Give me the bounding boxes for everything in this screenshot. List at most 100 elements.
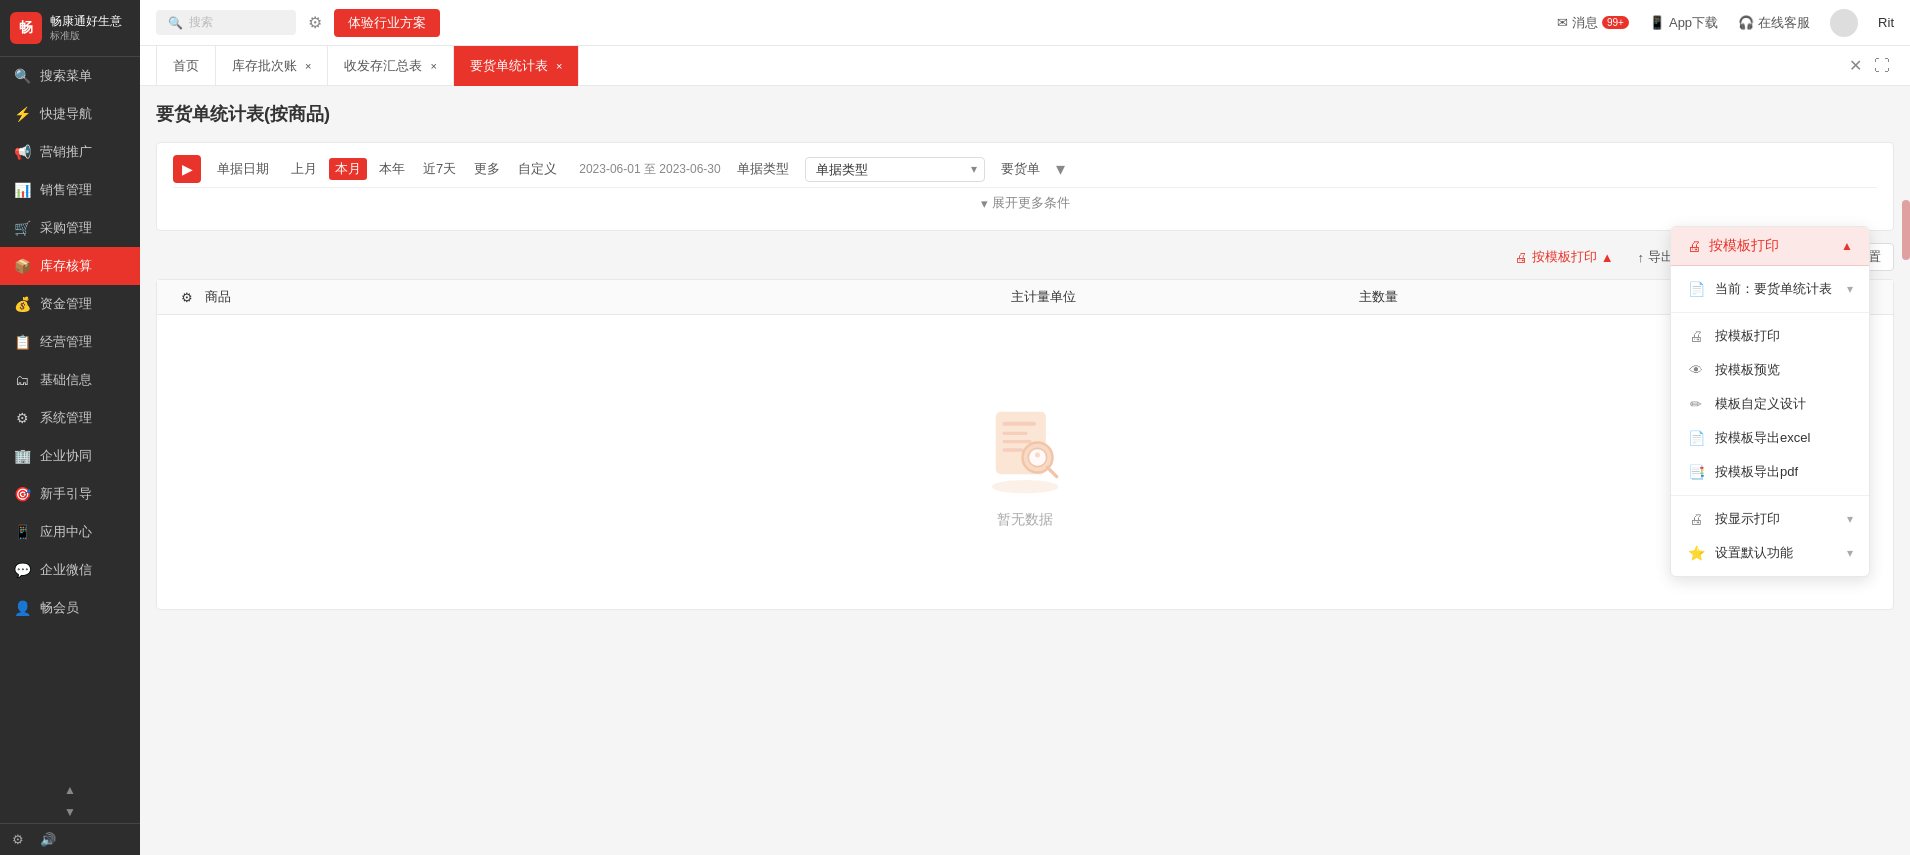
lightning-icon: ⚡ xyxy=(12,106,32,122)
sidebar-item-system[interactable]: ⚙ 系统管理 xyxy=(0,399,140,437)
svg-line-8 xyxy=(1048,468,1057,477)
dropdown-current-item[interactable]: 📄 当前：要货单统计表 ▾ xyxy=(1671,272,1869,306)
folder-icon: 🗂 xyxy=(12,372,32,388)
empty-text: 暂无数据 xyxy=(997,511,1053,529)
trial-button[interactable]: 体验行业方案 xyxy=(334,9,440,37)
print-button[interactable]: 🖨 按模板打印 ▲ xyxy=(1507,244,1622,270)
th-quantity: 主数量 xyxy=(1211,288,1546,306)
toolbar: 🖨 按模板打印 ▲ ↑ 导出 ↺ 刷新 ⋯ 查询 设置 xyxy=(156,243,1894,271)
message-button[interactable]: ✉ 消息 99+ xyxy=(1557,14,1629,32)
dropdown-header-left: 🖨 按模板打印 xyxy=(1687,237,1779,255)
dropdown-doc-icon: 📄 xyxy=(1687,281,1705,297)
user-avatar[interactable] xyxy=(1830,9,1858,37)
member-icon: 👤 xyxy=(12,600,32,616)
tab-collect-summary-label: 收发存汇总表 xyxy=(344,57,422,75)
chart-icon: 📊 xyxy=(12,182,32,198)
svg-rect-5 xyxy=(1003,448,1024,451)
filter-current-year[interactable]: 本年 xyxy=(373,158,411,180)
dropdown-display-left: 🖨 按显示打印 xyxy=(1687,510,1780,528)
dropdown-display-print[interactable]: 🖨 按显示打印 ▾ xyxy=(1671,502,1869,536)
filter-order-type-select[interactable]: 单据类型 xyxy=(805,157,985,182)
filter-custom[interactable]: 自定义 xyxy=(512,158,563,180)
tab-collect-summary[interactable]: 收发存汇总表 × xyxy=(328,46,453,86)
sidebar-item-guide[interactable]: 🎯 新手引导 xyxy=(0,475,140,513)
scrollbar-indicator[interactable] xyxy=(1902,200,1910,260)
sidebar-item-finance[interactable]: 💰 资金管理 xyxy=(0,285,140,323)
sidebar-item-appcenter[interactable]: 📱 应用中心 xyxy=(0,513,140,551)
sidebar-scroll-down[interactable]: ▼ xyxy=(0,801,140,823)
sidebar-item-member[interactable]: 👤 畅会员 xyxy=(0,589,140,627)
print-label: 按模板打印 xyxy=(1532,248,1597,266)
dropdown-item-template-preview[interactable]: 👁 按模板预览 xyxy=(1671,353,1869,387)
sidebar-item-operations[interactable]: 📋 经营管理 xyxy=(0,323,140,361)
sidebar-item-sales[interactable]: 📊 销售管理 xyxy=(0,171,140,209)
sidebar-item-wechat[interactable]: 💬 企业微信 xyxy=(0,551,140,589)
scroll-down-button[interactable]: ▼ xyxy=(64,805,76,819)
sidebar-item-corp[interactable]: 🏢 企业协同 xyxy=(0,437,140,475)
filter-row-1: ▶ 单据日期 上月 本月 本年 近7天 更多 自定义 2023-06-01 至 … xyxy=(173,155,1877,183)
filter-yaohuo-dropdown-icon[interactable]: ▾ xyxy=(1056,158,1065,180)
dropdown-set-default[interactable]: ⭐ 设置默认功能 ▾ xyxy=(1671,536,1869,570)
filter-date-buttons: 上月 本月 本年 近7天 更多 自定义 xyxy=(285,158,563,180)
sidebar-item-base[interactable]: 🗂 基础信息 xyxy=(0,361,140,399)
filter-last7days[interactable]: 近7天 xyxy=(417,158,462,180)
online-service-button[interactable]: 🎧 在线客服 xyxy=(1738,14,1810,32)
dropdown-close-chevron[interactable]: ▲ xyxy=(1841,239,1853,253)
sidebar-item-quicknav[interactable]: ⚡ 快捷导航 xyxy=(0,95,140,133)
app-version: 标准版 xyxy=(50,29,122,43)
tab-inventory-batch-label: 库存批次账 xyxy=(232,57,297,75)
tab-inventory-batch[interactable]: 库存批次账 × xyxy=(216,46,328,86)
sidebar-item-label: 畅会员 xyxy=(40,599,79,617)
dropdown-item-template-excel-label: 按模板导出excel xyxy=(1715,429,1810,447)
dropdown-default-left: ⭐ 设置默认功能 xyxy=(1687,544,1793,562)
content-area: 要货单统计表(按商品) ▶ 单据日期 上月 本月 本年 近7天 更多 自定义 2… xyxy=(140,86,1910,855)
dropdown-template-excel-icon: 📄 xyxy=(1687,430,1705,446)
megaphone-icon: 📢 xyxy=(12,144,32,160)
dropdown-item-template-design[interactable]: ✏ 模板自定义设计 xyxy=(1671,387,1869,421)
tab-home[interactable]: 首页 xyxy=(156,46,216,86)
sidebar-sound-icon[interactable]: 🔊 xyxy=(40,832,56,847)
filter-expand-btn[interactable]: ▾ 展开更多条件 xyxy=(981,194,1070,212)
tab-close-all-button[interactable]: ✕ xyxy=(1845,52,1866,79)
sidebar-item-inventory[interactable]: 📦 库存核算 xyxy=(0,247,140,285)
tab-order-stats-close[interactable]: × xyxy=(556,60,562,72)
filter-expand-toggle[interactable]: ▶ xyxy=(173,155,201,183)
app-download-button[interactable]: 📱 App下载 xyxy=(1649,14,1718,32)
sidebar-scroll-up[interactable]: ▲ xyxy=(0,779,140,801)
dropdown-default-chevron: ▾ xyxy=(1847,546,1853,560)
sidebar-nav: 🔍 搜索菜单 ⚡ 快捷导航 📢 营销推广 📊 销售管理 🛒 采购管理 📦 库存核… xyxy=(0,57,140,779)
tab-collect-summary-close[interactable]: × xyxy=(430,60,436,72)
dropdown-item-template-pdf[interactable]: 📑 按模板导出pdf xyxy=(1671,455,1869,489)
chat-icon: 💬 xyxy=(12,562,32,578)
th-settings[interactable]: ⚙ xyxy=(169,290,205,305)
tab-order-stats-label: 要货单统计表 xyxy=(470,57,548,75)
tab-maximize-button[interactable]: ⛶ xyxy=(1870,52,1894,79)
sidebar-item-search[interactable]: 🔍 搜索菜单 xyxy=(0,57,140,95)
topbar-gear-icon[interactable]: ⚙ xyxy=(308,13,322,32)
sidebar-bottom: ⚙ 🔊 xyxy=(0,823,140,855)
print-chevron-icon: ▲ xyxy=(1601,250,1614,265)
dropdown-template-preview-icon: 👁 xyxy=(1687,362,1705,378)
dropdown-template-pdf-icon: 📑 xyxy=(1687,464,1705,480)
tab-inventory-batch-close[interactable]: × xyxy=(305,60,311,72)
sidebar-item-purchase[interactable]: 🛒 采购管理 xyxy=(0,209,140,247)
filter-prev-month[interactable]: 上月 xyxy=(285,158,323,180)
topbar-search[interactable]: 🔍 搜索 xyxy=(156,10,296,35)
dropdown-item-template-print[interactable]: 🖨 按模板打印 xyxy=(1671,319,1869,353)
dropdown-item-template-excel[interactable]: 📄 按模板导出excel xyxy=(1671,421,1869,455)
empty-state: 暂无数据 xyxy=(157,315,1893,609)
scroll-up-button[interactable]: ▲ xyxy=(64,783,76,797)
dropdown-default-icon: ⭐ xyxy=(1687,545,1705,561)
filter-current-month[interactable]: 本月 xyxy=(329,158,367,180)
dropdown-current-left: 📄 当前：要货单统计表 xyxy=(1687,280,1832,298)
app-icon: 📱 xyxy=(1649,15,1665,30)
dropdown-item-template-print-label: 按模板打印 xyxy=(1715,327,1780,345)
empty-illustration xyxy=(975,395,1075,495)
dropdown-print-icon: 🖨 xyxy=(1687,238,1701,254)
sidebar-item-label: 应用中心 xyxy=(40,523,92,541)
dropdown-items-section: 🖨 按模板打印 👁 按模板预览 ✏ 模板自定义设计 📄 按模板导出excel 📑 xyxy=(1671,313,1869,496)
sidebar-item-marketing[interactable]: 📢 营销推广 xyxy=(0,133,140,171)
tab-order-stats[interactable]: 要货单统计表 × xyxy=(454,46,579,86)
filter-more[interactable]: 更多 xyxy=(468,158,506,180)
sidebar-settings-icon[interactable]: ⚙ xyxy=(12,832,24,847)
